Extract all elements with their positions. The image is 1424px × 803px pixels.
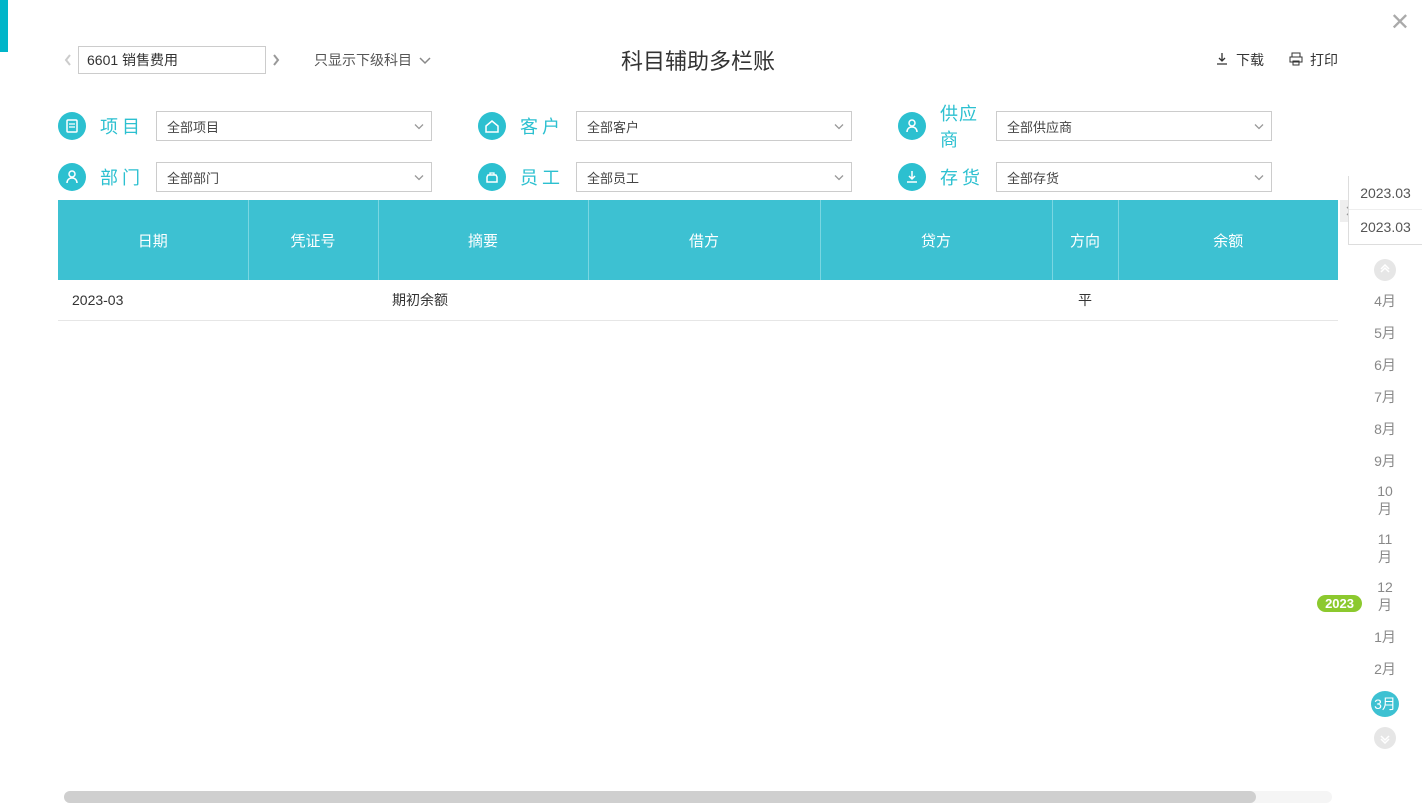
toolbar-actions: 下载 打印 [1214,50,1338,70]
chevron-down-icon [833,170,845,185]
cell-direction: 平 [1052,280,1118,320]
col-summary: 摘要 [378,200,588,280]
download-label: 下载 [1236,50,1264,70]
col-date: 日期 [58,200,248,280]
col-direction: 方向 [1052,200,1118,280]
month-5[interactable]: 5月 [1371,323,1399,343]
date-range-selector: 2023.03 2023.03 [1348,176,1422,245]
top-toolbar: 6601 销售费用 只显示下级科目 科目辅助多栏账 下载 [58,40,1338,80]
filter-vendor-label: 供应商 [940,100,996,152]
month-6[interactable]: 6月 [1371,355,1399,375]
filter-employee-select[interactable]: 全部员工 [576,162,852,192]
vendor-icon [898,112,926,140]
filter-stock-value: 全部存货 [1007,168,1059,187]
month-11[interactable]: 11月 [1371,531,1399,567]
horizontal-scrollbar[interactable] [64,791,1332,803]
date-panel: 2023.03 2023.03 4月 5月 6月 7月 8月 9月 10月 11… [1346,176,1424,749]
filter-customer-select[interactable]: 全部客户 [576,111,852,141]
filter-customer-value: 全部客户 [587,117,639,136]
filter-project-value: 全部项目 [167,117,219,136]
display-mode-label: 只显示下级科目 [314,50,412,70]
next-account-button[interactable] [266,46,286,74]
filter-vendor: 供应商 全部供应商 [898,100,1318,152]
cell-balance [1118,280,1338,320]
filter-vendor-value: 全部供应商 [1007,117,1072,136]
table-row[interactable]: 2023-03 期初余额 平 [58,280,1338,320]
chevron-down-icon [1253,170,1265,185]
data-table-wrap: 日期 凭证号 摘要 借方 贷方 方向 余额 2023-03 期初余额 平 [58,200,1338,321]
month-list: 4月 5月 6月 7月 8月 9月 10月 11月 12月 1月 2月 3月 [1371,291,1399,717]
filter-employee: 员工 全部员工 [478,162,898,192]
employee-icon [478,163,506,191]
date-range-from[interactable]: 2023.03 [1349,176,1422,210]
filter-stock: 存货 全部存货 [898,162,1318,192]
download-button[interactable]: 下载 [1214,50,1264,70]
cell-summary: 期初余额 [378,280,588,320]
month-7[interactable]: 7月 [1371,387,1399,407]
filter-customer-label: 客户 [520,113,576,139]
download-icon [1214,51,1230,70]
account-selector[interactable]: 6601 销售费用 [78,46,266,74]
cell-voucher [248,280,378,320]
month-10[interactable]: 10月 [1371,483,1399,519]
date-range-to[interactable]: 2023.03 [1349,210,1422,244]
month-12[interactable]: 12月 [1371,579,1399,615]
filter-employee-value: 全部员工 [587,168,639,187]
filter-dept: 部门 全部部门 [58,162,478,192]
scroll-up-button[interactable] [1374,259,1396,281]
filter-project-select[interactable]: 全部项目 [156,111,432,141]
chevron-down-icon [413,170,425,185]
display-mode-dropdown[interactable]: 只显示下级科目 [314,50,432,70]
filter-stock-label: 存货 [940,164,996,190]
filter-employee-label: 员工 [520,164,576,190]
customer-icon [478,112,506,140]
print-label: 打印 [1310,50,1338,70]
close-icon[interactable]: ✕ [1390,8,1410,37]
cell-debit [588,280,820,320]
col-voucher: 凭证号 [248,200,378,280]
chevron-down-icon [1253,119,1265,134]
dept-icon [58,163,86,191]
cell-date: 2023-03 [58,280,248,320]
chevron-down-icon [413,119,425,134]
month-8[interactable]: 8月 [1371,419,1399,439]
ledger-table: 日期 凭证号 摘要 借方 贷方 方向 余额 2023-03 期初余额 平 [58,200,1338,321]
chevron-down-icon [833,119,845,134]
filter-grid: 项目 全部项目 客户 全部客户 供应商 全部供应商 [58,100,1338,192]
col-credit: 贷方 [820,200,1052,280]
filter-dept-value: 全部部门 [167,168,219,187]
table-header-row: 日期 凭证号 摘要 借方 贷方 方向 余额 [58,200,1338,280]
filter-vendor-select[interactable]: 全部供应商 [996,111,1272,141]
month-1[interactable]: 1月 [1371,627,1399,647]
print-button[interactable]: 打印 [1288,50,1338,70]
project-icon [58,112,86,140]
month-2[interactable]: 2月 [1371,659,1399,679]
chevron-down-icon [418,52,432,68]
col-debit: 借方 [588,200,820,280]
account-display: 6601 销售费用 [87,50,178,70]
scroll-down-button[interactable] [1374,727,1396,749]
cell-credit [820,280,1052,320]
filter-project: 项目 全部项目 [58,100,478,152]
month-3[interactable]: 3月 [1371,691,1399,717]
month-4[interactable]: 4月 [1371,291,1399,311]
col-balance: 余额 [1118,200,1338,280]
filter-dept-select[interactable]: 全部部门 [156,162,432,192]
year-badge: 2023 [1317,595,1362,612]
filter-stock-select[interactable]: 全部存货 [996,162,1272,192]
main-content: 6601 销售费用 只显示下级科目 科目辅助多栏账 下载 [58,40,1338,321]
account-pager: 6601 销售费用 [58,44,286,76]
page-title: 科目辅助多栏账 [621,44,775,76]
scrollbar-thumb[interactable] [64,791,1256,803]
print-icon [1288,51,1304,70]
filter-project-label: 项目 [100,113,156,139]
app-left-accent [0,0,8,130]
month-9[interactable]: 9月 [1371,451,1399,471]
prev-account-button[interactable] [58,46,78,74]
filter-customer: 客户 全部客户 [478,100,898,152]
filter-dept-label: 部门 [100,164,156,190]
stock-icon [898,163,926,191]
